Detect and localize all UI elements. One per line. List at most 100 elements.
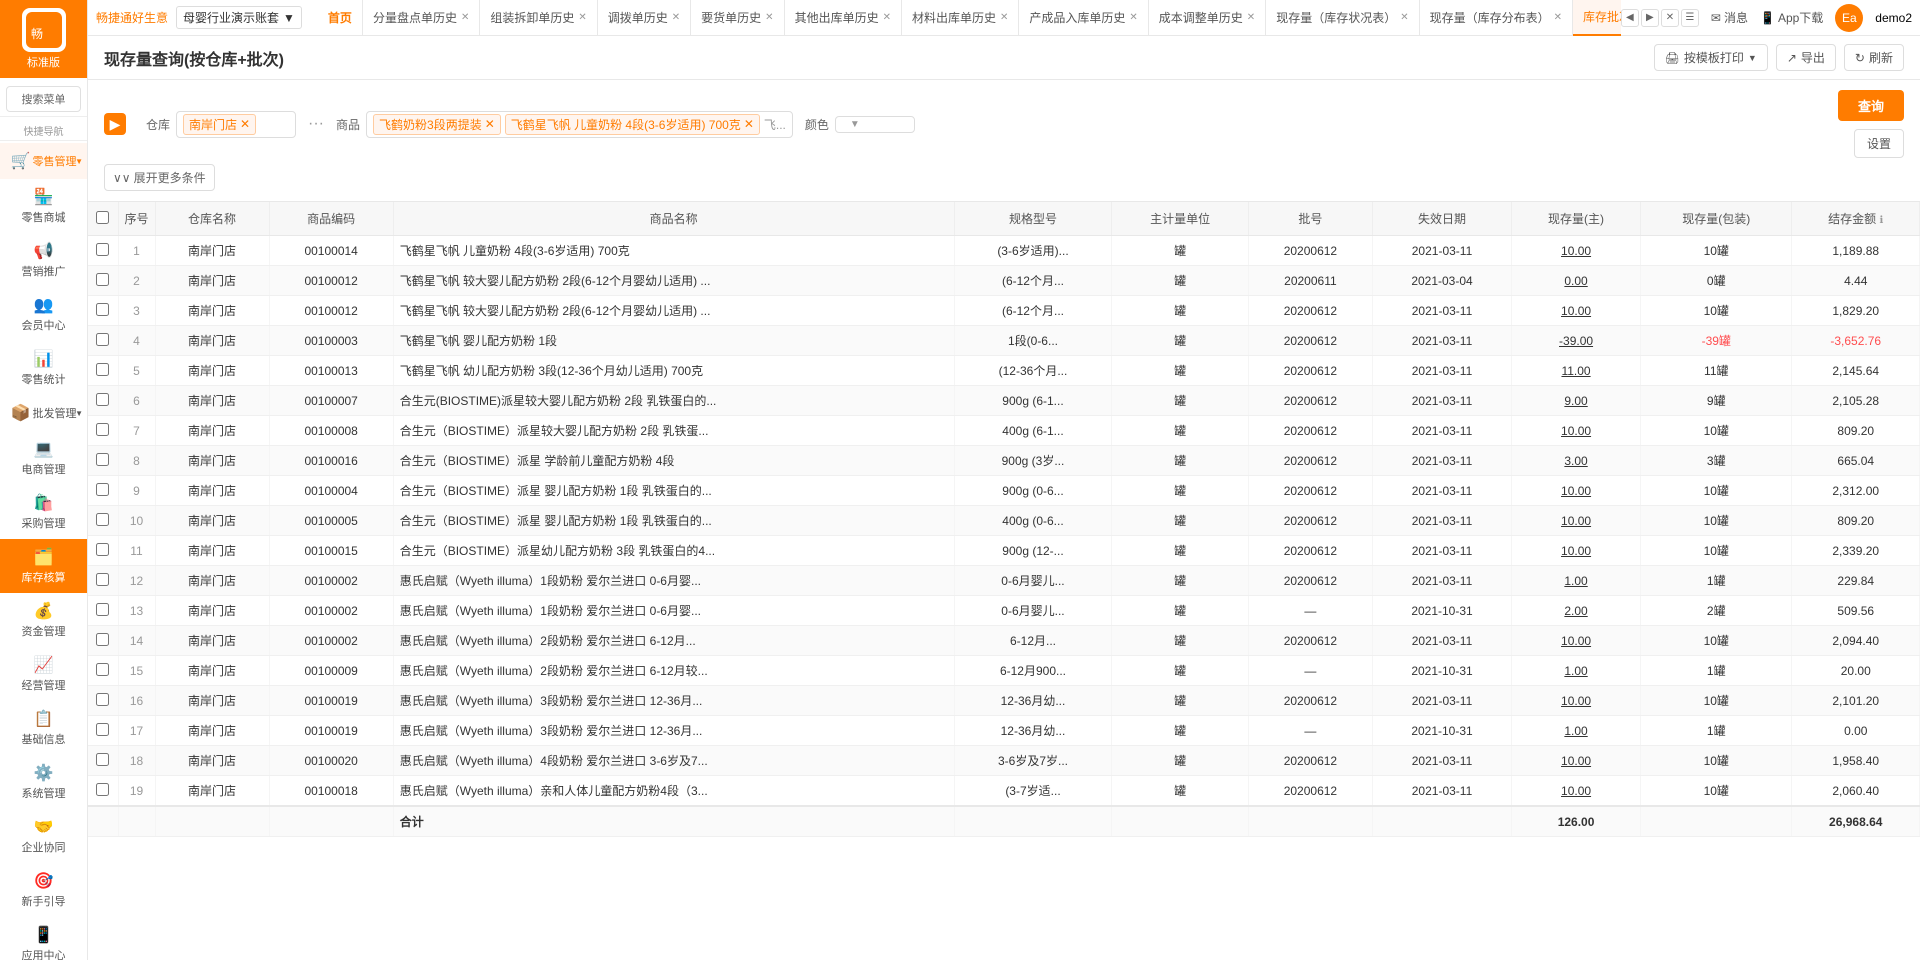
stock-main-link-15[interactable]: 10.00 <box>1561 694 1591 708</box>
message-button[interactable]: ✉ 消息 <box>1711 9 1748 26</box>
stock-main-link-7[interactable]: 3.00 <box>1564 454 1587 468</box>
row-checkbox-18[interactable] <box>96 783 109 796</box>
tab-require[interactable]: 要货单历史 ✕ <box>691 0 784 36</box>
sidebar-item-enterprise[interactable]: 🤝 企业协同 <box>0 809 87 863</box>
tab-close-all[interactable]: ✕ <box>1661 9 1679 27</box>
account-selector[interactable]: 母婴行业演示账套 ▼ <box>176 6 302 29</box>
stock-main-link-8[interactable]: 10.00 <box>1561 484 1591 498</box>
settings-button[interactable]: 设置 <box>1854 129 1904 158</box>
close-tab-transfer[interactable]: ✕ <box>672 12 680 23</box>
expand-filter-button[interactable]: ▶ <box>104 113 126 135</box>
stock-main-link-6[interactable]: 10.00 <box>1561 424 1591 438</box>
balance-info-icon[interactable]: ℹ <box>1880 215 1884 226</box>
stock-main-link-1[interactable]: 0.00 <box>1564 274 1587 288</box>
row-checkbox-0[interactable] <box>96 243 109 256</box>
product-tag-container[interactable]: 飞鹤奶粉3段两提装 ✕ 飞鹤星飞帆 儿童奶粉 4段(3-6岁适用) 700克 ✕… <box>366 111 793 138</box>
sidebar-item-retail-shop[interactable]: 🏪 零售商城 <box>0 179 87 233</box>
close-tab-split-inventory[interactable]: ✕ <box>461 12 469 23</box>
row-checkbox-14[interactable] <box>96 663 109 676</box>
warehouse-tag-close[interactable]: ✕ <box>240 117 250 131</box>
tab-scroll-right[interactable]: ▶ <box>1641 9 1659 27</box>
refresh-button[interactable]: ↻ 刷新 <box>1844 44 1904 71</box>
row-checkbox-1[interactable] <box>96 273 109 286</box>
stock-main-link-16[interactable]: 1.00 <box>1564 724 1587 738</box>
sidebar-item-operation[interactable]: 📈 经营管理 <box>0 647 87 701</box>
row-checkbox-7[interactable] <box>96 453 109 466</box>
query-button[interactable]: 查询 <box>1838 90 1904 121</box>
tab-scroll-left[interactable]: ◀ <box>1621 9 1639 27</box>
stock-main-link-14[interactable]: 1.00 <box>1564 664 1587 678</box>
stock-main-link-10[interactable]: 10.00 <box>1561 544 1591 558</box>
sidebar-item-system[interactable]: ⚙️ 系统管理 <box>0 755 87 809</box>
stock-main-link-17[interactable]: 10.00 <box>1561 754 1591 768</box>
close-tab-require[interactable]: ✕ <box>765 12 773 23</box>
close-tab-inventory-dist[interactable]: ✕ <box>1554 12 1562 23</box>
row-checkbox-15[interactable] <box>96 693 109 706</box>
sidebar-item-retail-stats[interactable]: 📊 零售统计 <box>0 341 87 395</box>
product-tag-1-close[interactable]: ✕ <box>485 117 495 131</box>
tab-product-in[interactable]: 产成品入库单历史 ✕ <box>1019 0 1148 36</box>
stock-main-link-11[interactable]: 1.00 <box>1564 574 1587 588</box>
stock-main-link-3[interactable]: -39.00 <box>1559 334 1593 348</box>
sidebar-item-inventory[interactable]: 🗂️ 库存核算 <box>0 539 87 593</box>
sidebar-item-retail[interactable]: 🛒 零售管理 ▼ <box>0 143 87 179</box>
sidebar-item-member[interactable]: 👥 会员中心 <box>0 287 87 341</box>
user-avatar[interactable]: Ea <box>1835 4 1863 32</box>
close-tab-other-out[interactable]: ✕ <box>883 12 891 23</box>
close-tab-product-in[interactable]: ✕ <box>1129 12 1137 23</box>
product-more[interactable]: 飞... <box>764 116 786 133</box>
sidebar-item-marketing[interactable]: 📢 营销推广 <box>0 233 87 287</box>
row-checkbox-3[interactable] <box>96 333 109 346</box>
sidebar-item-basic[interactable]: 📋 基础信息 <box>0 701 87 755</box>
product-tag-2-close[interactable]: ✕ <box>744 117 754 131</box>
color-filter-container[interactable]: ▼ <box>835 116 915 133</box>
stock-main-link-0[interactable]: 10.00 <box>1561 244 1591 258</box>
warehouse-tag-container[interactable]: 南岸门店 ✕ <box>176 111 296 138</box>
row-checkbox-2[interactable] <box>96 303 109 316</box>
stock-main-link-13[interactable]: 10.00 <box>1561 634 1591 648</box>
sidebar-item-wholesale[interactable]: 📦 批发管理 ▼ <box>0 395 87 431</box>
row-checkbox-11[interactable] <box>96 573 109 586</box>
row-checkbox-16[interactable] <box>96 723 109 736</box>
stock-main-link-2[interactable]: 10.00 <box>1561 304 1591 318</box>
close-tab-disassemble[interactable]: ✕ <box>578 12 586 23</box>
row-checkbox-4[interactable] <box>96 363 109 376</box>
tab-inventory-status[interactable]: 现存量（库存状况表） ✕ <box>1266 0 1419 36</box>
stock-main-link-9[interactable]: 10.00 <box>1561 514 1591 528</box>
sidebar-item-guide[interactable]: 🎯 新手引导 <box>0 863 87 917</box>
sidebar-item-apps[interactable]: 📱 应用中心 <box>0 917 87 960</box>
tab-split-inventory[interactable]: 分量盘点单历史 ✕ <box>363 0 480 36</box>
search-menu-button[interactable]: 搜索菜单 <box>6 86 81 112</box>
row-checkbox-5[interactable] <box>96 393 109 406</box>
template-print-button[interactable]: 🖨 按模板打印 ▼ <box>1654 44 1768 71</box>
tab-menu[interactable]: ☰ <box>1681 9 1699 27</box>
row-checkbox-6[interactable] <box>96 423 109 436</box>
tab-inventory-dist[interactable]: 现存量（库存分布表） ✕ <box>1420 0 1573 36</box>
tab-disassemble[interactable]: 组装拆卸单历史 ✕ <box>480 0 597 36</box>
app-download-button[interactable]: 📱 App下载 <box>1760 9 1823 26</box>
sidebar-item-purchase[interactable]: 🛍️ 采购管理 <box>0 485 87 539</box>
tab-material-out[interactable]: 材料出库单历史 ✕ <box>902 0 1019 36</box>
select-all-checkbox[interactable] <box>96 211 109 224</box>
row-checkbox-13[interactable] <box>96 633 109 646</box>
close-tab-cost-adjust[interactable]: ✕ <box>1247 12 1255 23</box>
close-tab-material-out[interactable]: ✕ <box>1000 12 1008 23</box>
row-checkbox-10[interactable] <box>96 543 109 556</box>
sidebar-item-finance[interactable]: 💰 资金管理 <box>0 593 87 647</box>
tab-batch-voucher[interactable]: 库存批次账 ✕ <box>1573 0 1621 36</box>
tab-other-out[interactable]: 其他出库单历史 ✕ <box>785 0 902 36</box>
stock-main-link-18[interactable]: 10.00 <box>1561 784 1591 798</box>
sidebar-item-ecommerce[interactable]: 💻 电商管理 <box>0 431 87 485</box>
tab-transfer[interactable]: 调拨单历史 ✕ <box>598 0 691 36</box>
close-tab-inventory-status[interactable]: ✕ <box>1400 12 1408 23</box>
row-checkbox-9[interactable] <box>96 513 109 526</box>
stock-main-link-4[interactable]: 11.00 <box>1561 364 1590 378</box>
row-checkbox-17[interactable] <box>96 753 109 766</box>
row-checkbox-12[interactable] <box>96 603 109 616</box>
row-checkbox-8[interactable] <box>96 483 109 496</box>
export-button[interactable]: ↗ 导出 <box>1776 44 1836 71</box>
stock-main-link-5[interactable]: 9.00 <box>1564 394 1587 408</box>
tab-home[interactable]: 首页 <box>318 0 363 36</box>
tab-cost-adjust[interactable]: 成本调整单历史 ✕ <box>1149 0 1266 36</box>
expand-conditions-button[interactable]: ∨∨ 展开更多条件 <box>104 164 215 191</box>
